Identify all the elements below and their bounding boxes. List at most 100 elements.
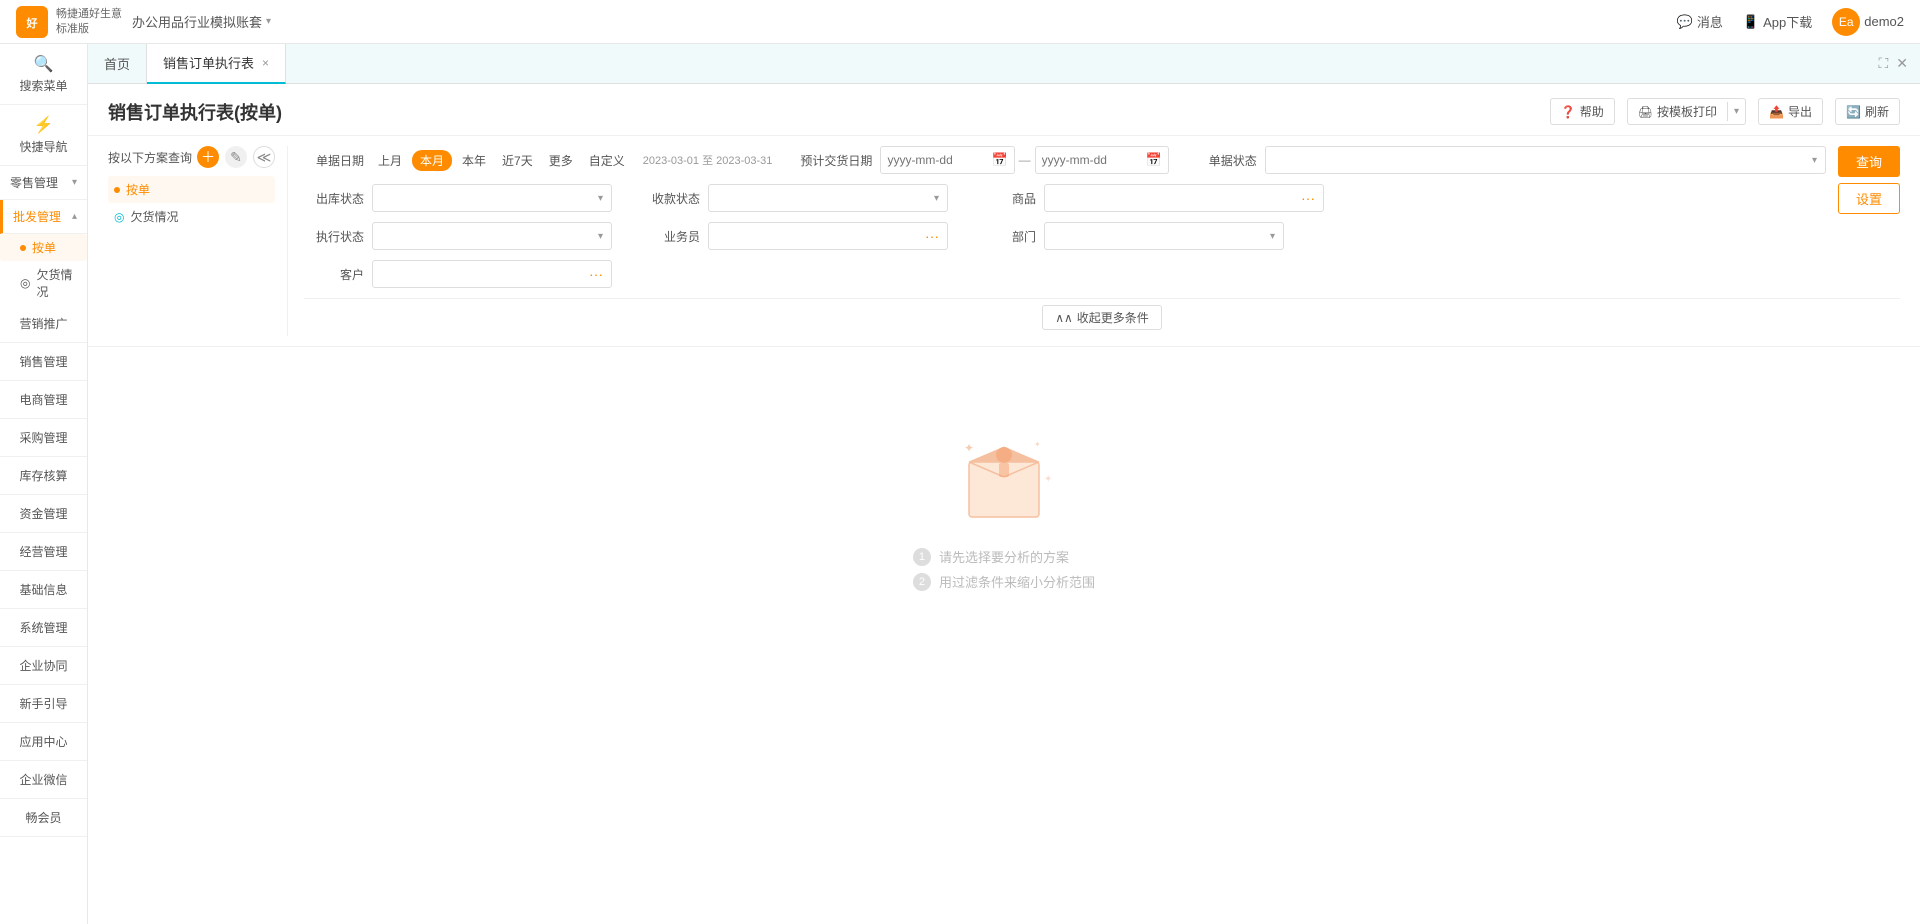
refresh-button[interactable]: 🔄 刷新 [1835,98,1900,125]
date-tabs: 上月 本月 本年 近7天 更多 自定义 2023-03-01 至 2023-03… [372,150,772,171]
sidebar-item-inventory[interactable]: 库存核算 [0,457,87,495]
customer-select[interactable]: ··· [372,260,612,288]
status-select[interactable]: ▾ [1265,146,1826,174]
delivery-status-label: 出库状态 [304,190,364,207]
main-layout: 🔍 搜索菜单 ⚡ 快捷导航 零售管理 ▾ 批发管理 ▴ 按单 ◎ 欠货情况 营销… [0,44,1920,924]
download-icon: 📱 [1743,14,1759,30]
date-tab-last-month[interactable]: 上月 [372,150,408,171]
top-header: 好 畅捷通好生意 标准版 办公用品行业模拟账套 ▾ 💬 消息 📱 App下载 E… [0,0,1920,44]
date-tab-this-month[interactable]: 本月 [412,150,452,171]
expected-date-end-wrap[interactable]: 📅 [1035,146,1169,174]
add-scheme-button[interactable]: ＋ [197,146,219,168]
edit-scheme-button[interactable]: ✎ [225,146,247,168]
print-main[interactable]: 🖨 按模板打印 [1628,99,1727,124]
sidebar-item-quick-nav[interactable]: ⚡ 快捷导航 [0,105,87,166]
collapse-bar: ∧∧ 收起更多条件 [304,298,1900,336]
tab-window-close-icon[interactable]: ✕ [1896,55,1908,72]
sidebar-item-marketing[interactable]: 营销推广 [0,305,87,343]
tab-restore-icon[interactable]: ⛶ [1878,55,1888,72]
salesperson-select[interactable]: ··· [708,222,948,250]
exec-status-label: 执行状态 [304,228,364,245]
date-tab-more[interactable]: 更多 [543,150,579,171]
date-tab-7days[interactable]: 近7天 [496,150,539,171]
date-tab-custom[interactable]: 自定义 [583,150,631,171]
svg-text:✦: ✦ [964,441,974,455]
expected-date-start[interactable] [887,153,987,167]
collapse-icon: ∧∧ [1055,311,1073,325]
sidebar-item-basic[interactable]: 基础信息 [0,571,87,609]
scheme-actions: ＋ ✎ ≪ [197,146,275,168]
sub-item-icon: ◎ [114,210,124,224]
user-avatar: Ea [1832,8,1860,36]
tab-close-button[interactable]: × [262,56,269,70]
sidebar-item-appstore[interactable]: 应用中心 [0,723,87,761]
sidebar-item-system[interactable]: 系统管理 [0,609,87,647]
salesperson-more-icon[interactable]: ··· [925,228,939,244]
tip-num-2: 2 [913,573,931,591]
sidebar-item-ecommerce[interactable]: 电商管理 [0,381,87,419]
sidebar-sub-press[interactable]: 按单 [0,234,87,261]
status-dropdown-icon: ▾ [1812,155,1817,166]
payment-status-select[interactable]: ▾ [708,184,948,212]
exec-chevron-icon: ▾ [598,231,603,242]
page-title: 销售订单执行表(按单) [108,99,282,125]
sidebar-item-wechat[interactable]: 企业微信 [0,761,87,799]
print-button[interactable]: 🖨 按模板打印 ▾ [1627,98,1746,125]
customer-more-icon[interactable]: ··· [589,266,603,282]
sub-icon: ◎ [20,276,30,290]
sidebar-item-search[interactable]: 🔍 搜索菜单 [0,44,87,105]
app-download-action[interactable]: 📱 App下载 [1743,12,1812,31]
active-scheme-dot [114,187,120,193]
sidebar-item-operations[interactable]: 经营管理 [0,533,87,571]
collapse-button[interactable]: ∧∧ 收起更多条件 [1042,305,1162,330]
sidebar-item-sales[interactable]: 销售管理 [0,343,87,381]
expected-date-start-wrap[interactable]: 📅 [880,146,1014,174]
exec-status-select[interactable]: ▾ [372,222,612,250]
status-label: 单据状态 [1197,152,1257,169]
sidebar-item-enterprise[interactable]: 企业协同 [0,647,87,685]
logo-area: 好 畅捷通好生意 标准版 [16,6,122,38]
filter-scheme-header: 按以下方案查询 ＋ ✎ ≪ [108,146,275,168]
delivery-chevron-icon: ▾ [598,193,603,204]
settings-button[interactable]: 设置 [1838,183,1900,214]
header-left: 好 畅捷通好生意 标准版 办公用品行业模拟账套 ▾ [16,6,271,38]
help-button[interactable]: ❓ 帮助 [1550,98,1615,125]
help-icon: ❓ [1561,105,1576,119]
scheme-item-press[interactable]: 按单 [108,176,275,203]
filter-controls: 单据日期 上月 本月 本年 近7天 更多 自定义 2023-03-01 至 20 [288,146,1900,336]
tab-sales-order[interactable]: 销售订单执行表 × [147,44,286,84]
scheme-item-debt[interactable]: ◎ 欠货情况 [108,203,275,230]
sidebar-item-retail[interactable]: 零售管理 ▾ [0,166,87,200]
delivery-status-select[interactable]: ▾ [372,184,612,212]
print-dropdown[interactable]: ▾ [1727,102,1745,121]
sidebar-item-purchase[interactable]: 采购管理 [0,419,87,457]
empty-illustration: ✦ ✦ ✦ [944,427,1064,527]
collapse-scheme-button[interactable]: ≪ [253,146,275,168]
goods-more-icon[interactable]: ··· [1301,190,1315,206]
sidebar-item-newbie[interactable]: 新手引导 [0,685,87,723]
svg-text:好: 好 [26,16,38,30]
sidebar-item-wholesale[interactable]: 批发管理 ▴ [0,200,87,234]
company-selector[interactable]: 办公用品行业模拟账套 ▾ [132,12,271,31]
page-content: 销售订单执行表(按单) ❓ 帮助 🖨 按模板打印 ▾ 📤 [88,84,1920,924]
empty-tips: 1 请先选择要分析的方案 2 用过滤条件来缩小分析范围 [913,547,1095,591]
goods-select[interactable]: ··· [1044,184,1324,212]
tab-bar: 首页 销售订单执行表 × ⛶ ✕ [88,44,1920,84]
query-button[interactable]: 查询 [1838,146,1900,177]
sidebar-sub-debt[interactable]: ◎ 欠货情况 [0,261,87,305]
sidebar-item-member[interactable]: 畅会员 [0,799,87,837]
filter-scheme-panel: 按以下方案查询 ＋ ✎ ≪ 按单 ◎ 欠货情况 [108,146,288,336]
sidebar-item-finance[interactable]: 资金管理 [0,495,87,533]
goods-label: 商品 [976,190,1036,207]
message-action[interactable]: 💬 消息 [1677,12,1723,31]
nav-icon: ⚡ [34,115,54,135]
user-action[interactable]: Ea demo2 [1832,8,1904,36]
export-button[interactable]: 📤 导出 [1758,98,1823,125]
empty-state: ✦ ✦ ✦ 1 请先选择要分析的方案 2 用过滤条件来缩小分析范围 [88,347,1920,671]
expected-date-end[interactable] [1042,153,1142,167]
tab-home[interactable]: 首页 [88,44,147,84]
date-tab-this-year[interactable]: 本年 [456,150,492,171]
dept-select[interactable]: ▾ [1044,222,1284,250]
tip-num-1: 1 [913,548,931,566]
svg-text:✦: ✦ [1044,474,1052,485]
